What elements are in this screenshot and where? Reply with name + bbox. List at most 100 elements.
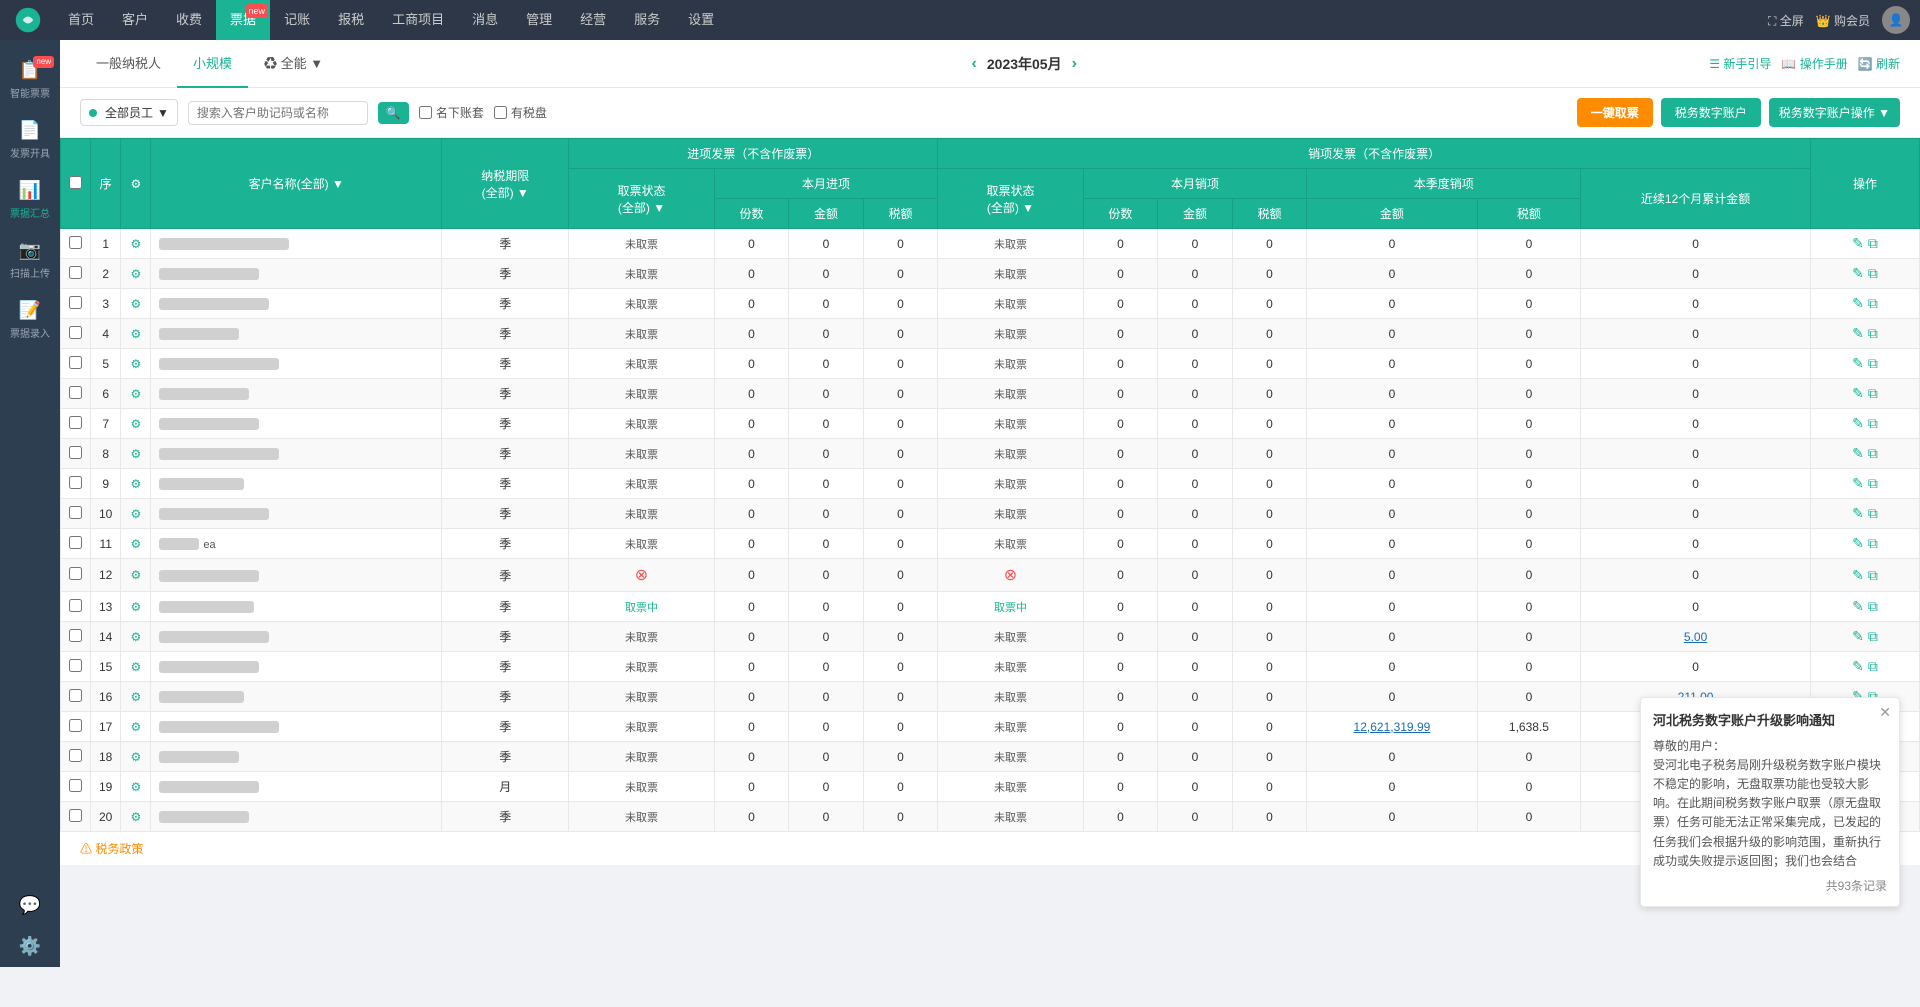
edit-icon[interactable]: ✎: [1852, 445, 1864, 462]
th-input-status[interactable]: 取票状态(全部) ▼: [569, 169, 714, 229]
edit-icon[interactable]: ✎: [1852, 567, 1864, 584]
copy-icon[interactable]: ⧉: [1868, 505, 1878, 522]
row-settings-icon[interactable]: ⚙: [130, 630, 141, 644]
row-settings-icon[interactable]: ⚙: [130, 660, 141, 674]
row-settings-icon[interactable]: ⚙: [130, 297, 141, 311]
row-checkbox[interactable]: [69, 506, 82, 519]
row-checkbox[interactable]: [69, 629, 82, 642]
copy-icon[interactable]: ⧉: [1868, 325, 1878, 342]
nav-tax[interactable]: 报税: [324, 0, 378, 40]
search-button[interactable]: 🔍: [378, 102, 409, 124]
copy-icon[interactable]: ⧉: [1868, 415, 1878, 432]
nav-customer[interactable]: 客户: [108, 0, 162, 40]
row-checkbox[interactable]: [69, 749, 82, 762]
row-checkbox[interactable]: [69, 236, 82, 249]
copy-icon[interactable]: ⧉: [1868, 295, 1878, 312]
row-checkbox[interactable]: [69, 536, 82, 549]
refresh-btn[interactable]: 🔄 刷新: [1858, 55, 1900, 72]
edit-icon[interactable]: ✎: [1852, 355, 1864, 372]
row-settings-icon[interactable]: ⚙: [130, 568, 141, 582]
copy-icon[interactable]: ⧉: [1868, 385, 1878, 402]
row-settings-icon[interactable]: ⚙: [130, 477, 141, 491]
row-checkbox[interactable]: [69, 356, 82, 369]
row-checkbox[interactable]: [69, 779, 82, 792]
edit-icon[interactable]: ✎: [1852, 505, 1864, 522]
row-checkbox[interactable]: [69, 296, 82, 309]
staff-select[interactable]: 全部员工 ▼: [80, 99, 178, 126]
row-settings-icon[interactable]: ⚙: [130, 780, 141, 794]
notification-close-btn[interactable]: ✕: [1879, 704, 1891, 721]
edit-icon[interactable]: ✎: [1852, 385, 1864, 402]
tax-policy-link[interactable]: ⚠ 税务政策: [80, 840, 143, 857]
edit-icon[interactable]: ✎: [1852, 598, 1864, 615]
row-checkbox[interactable]: [69, 567, 82, 580]
fullscreen-btn[interactable]: ⛶ 全屏: [1768, 12, 1804, 29]
copy-icon[interactable]: ⧉: [1868, 235, 1878, 252]
copy-icon[interactable]: ⧉: [1868, 445, 1878, 462]
nav-home[interactable]: 首页: [54, 0, 108, 40]
copy-icon[interactable]: ⧉: [1868, 355, 1878, 372]
sidebar-item-message[interactable]: 💬: [0, 885, 60, 926]
edit-icon[interactable]: ✎: [1852, 325, 1864, 342]
nav-message[interactable]: 消息: [458, 0, 512, 40]
sidebar-item-record[interactable]: 📝 票据录入: [0, 290, 60, 350]
row-checkbox[interactable]: [69, 416, 82, 429]
guide-btn[interactable]: ☰ 新手引导: [1709, 55, 1771, 72]
edit-icon[interactable]: ✎: [1852, 475, 1864, 492]
row-settings-icon[interactable]: ⚙: [130, 267, 141, 281]
copy-icon[interactable]: ⧉: [1868, 658, 1878, 675]
row-settings-icon[interactable]: ⚙: [130, 507, 141, 521]
edit-icon[interactable]: ✎: [1852, 628, 1864, 645]
tab-general-taxpayer[interactable]: 一般纳税人: [80, 40, 177, 88]
row-checkbox[interactable]: [69, 599, 82, 612]
row-settings-icon[interactable]: ⚙: [130, 810, 141, 824]
nav-manage[interactable]: 管理: [512, 0, 566, 40]
th-client-name[interactable]: 客户名称(全部) ▼: [151, 139, 442, 229]
row-checkbox[interactable]: [69, 719, 82, 732]
row-settings-icon[interactable]: ⚙: [130, 600, 141, 614]
trailing12-link[interactable]: 5.00: [1684, 630, 1707, 644]
tax-digital-account-btn[interactable]: 税务数字账户: [1661, 98, 1761, 127]
copy-icon[interactable]: ⧉: [1868, 475, 1878, 492]
row-settings-icon[interactable]: ⚙: [130, 387, 141, 401]
row-settings-icon[interactable]: ⚙: [130, 327, 141, 341]
th-output-status[interactable]: 取票状态(全部) ▼: [938, 169, 1083, 229]
sidebar-item-scan[interactable]: 📷 扫描上传: [0, 230, 60, 290]
th-tax-period[interactable]: 纳税期限(全部) ▼: [442, 139, 569, 229]
row-settings-icon[interactable]: ⚙: [130, 357, 141, 371]
nav-settings[interactable]: 设置: [674, 0, 728, 40]
tax-digital-account-dropdown-btn[interactable]: 税务数字账户操作 ▼: [1769, 98, 1900, 127]
row-checkbox[interactable]: [69, 266, 82, 279]
row-checkbox[interactable]: [69, 386, 82, 399]
row-checkbox[interactable]: [69, 659, 82, 672]
sidebar-item-invoice-issue[interactable]: 📄 发票开具: [0, 110, 60, 170]
nav-service[interactable]: 服务: [620, 0, 674, 40]
select-all-checkbox[interactable]: [69, 176, 82, 189]
sidebar-item-settings[interactable]: ⚙️: [0, 926, 60, 967]
edit-icon[interactable]: ✎: [1852, 658, 1864, 675]
edit-icon[interactable]: ✎: [1852, 295, 1864, 312]
search-input[interactable]: [188, 101, 368, 125]
sidebar-item-ticket[interactable]: 📋 智能票票 new: [0, 50, 60, 110]
copy-icon[interactable]: ⧉: [1868, 628, 1878, 645]
one-click-ticket-btn[interactable]: 一键取票: [1577, 98, 1653, 127]
copy-icon[interactable]: ⧉: [1868, 265, 1878, 282]
app-logo[interactable]: [10, 2, 46, 38]
nav-operation[interactable]: 经营: [566, 0, 620, 40]
row-settings-icon[interactable]: ⚙: [130, 237, 141, 251]
nav-invoice[interactable]: 票据 new: [216, 0, 270, 40]
tab-small-scale[interactable]: 小规模: [177, 40, 248, 88]
edit-icon[interactable]: ✎: [1852, 235, 1864, 252]
checkbox-subaccount[interactable]: 名下账套: [419, 104, 484, 121]
row-settings-icon[interactable]: ⚙: [130, 690, 141, 704]
edit-icon[interactable]: ✎: [1852, 535, 1864, 552]
edit-icon[interactable]: ✎: [1852, 265, 1864, 282]
row-settings-icon[interactable]: ⚙: [130, 720, 141, 734]
tab-omnipotent[interactable]: ♻ 全能 ▼: [248, 40, 339, 88]
row-settings-icon[interactable]: ⚙: [130, 750, 141, 764]
period-next-btn[interactable]: ›: [1072, 55, 1077, 73]
edit-icon[interactable]: ✎: [1852, 415, 1864, 432]
sidebar-item-invoice-summary[interactable]: 📊 票据汇总: [0, 170, 60, 230]
nav-bookkeeping[interactable]: 记账: [270, 0, 324, 40]
period-prev-btn[interactable]: ‹: [972, 55, 977, 73]
